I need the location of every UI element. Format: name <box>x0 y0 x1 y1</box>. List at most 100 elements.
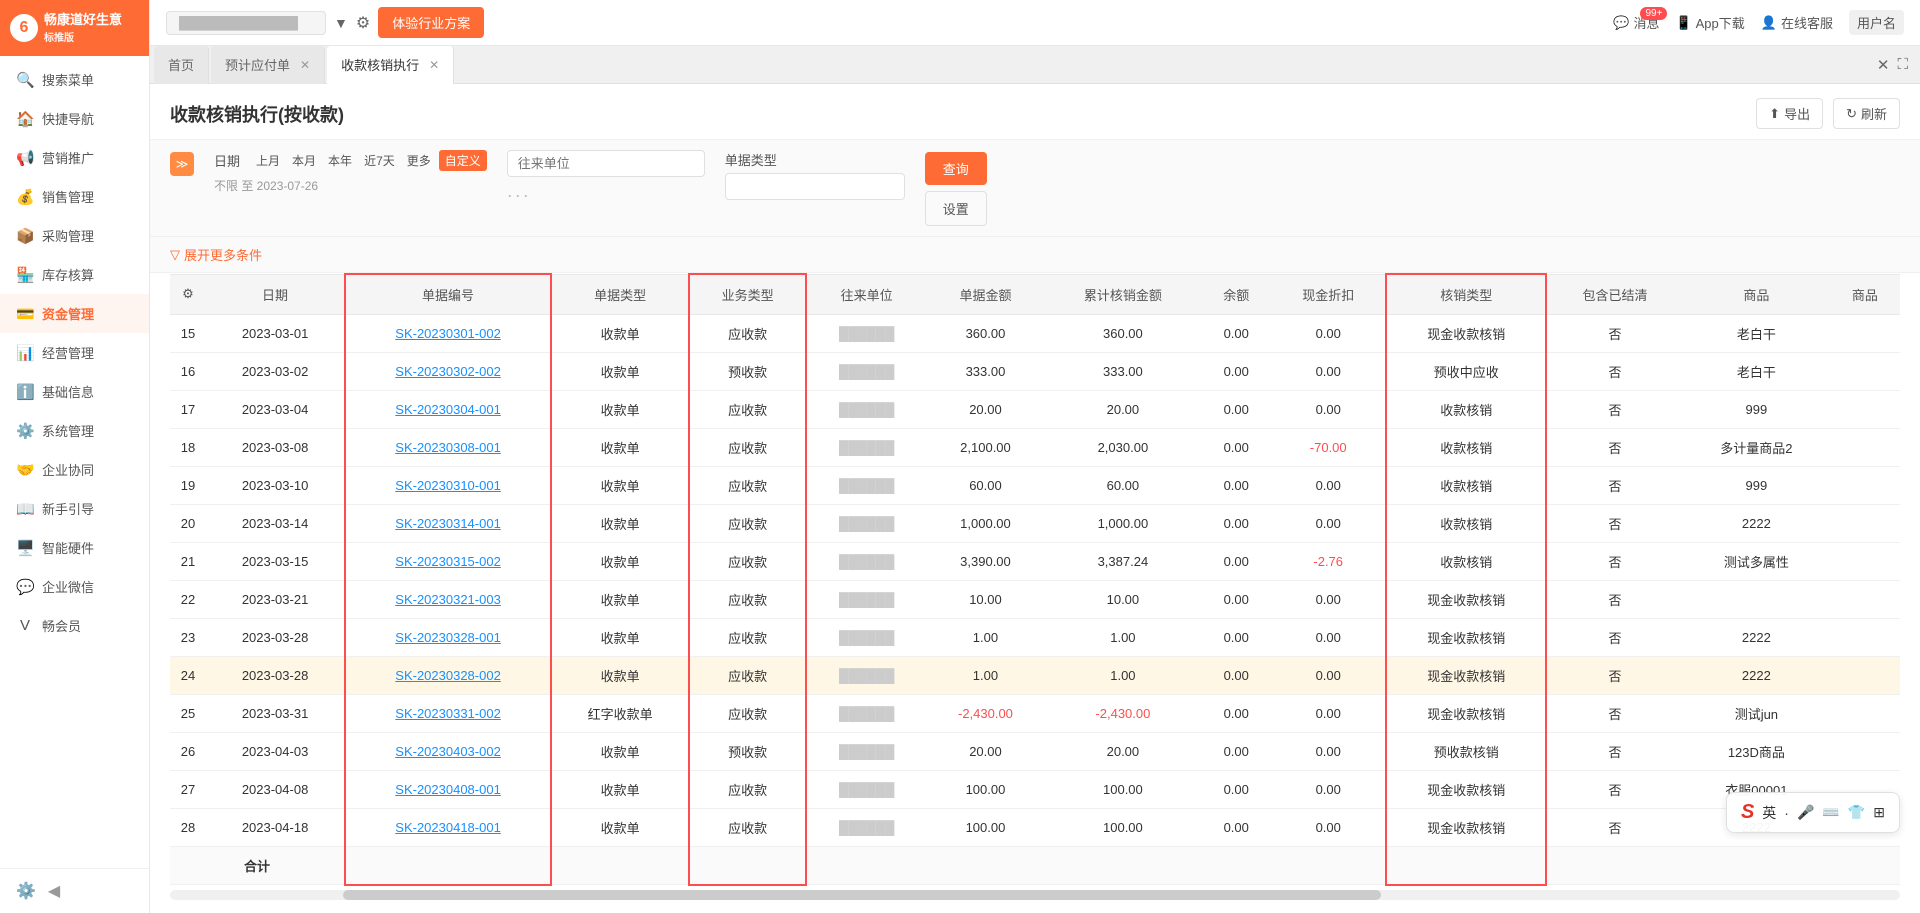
sidebar-item-search[interactable]: 🔍搜索菜单 <box>0 60 149 99</box>
cell-include-settled: 否 <box>1546 581 1683 619</box>
footer-include-settled <box>1546 847 1683 885</box>
sidebar-item-label-finance: 资金管理 <box>42 304 94 323</box>
filter-settings-btn[interactable]: 设置 <box>925 191 987 226</box>
sidebar-item-hardware[interactable]: 🖥️智能硬件 <box>0 528 149 567</box>
cell-voucher-type: 收款单 <box>551 543 689 581</box>
tab-home[interactable]: 首页 <box>154 46 209 84</box>
filter-bar: ≫ 日期 上月 本月 本年 近7天 更多 自定义 不限 至 2023-07-26 <box>150 140 1920 237</box>
tabbar-fullscreen-btn[interactable]: ⛶ <box>1897 56 1908 73</box>
sidebar-item-sales[interactable]: 💰销售管理 <box>0 177 149 216</box>
voucher-no-link[interactable]: SK-20230418-001 <box>395 820 501 835</box>
cell-num: 27 <box>170 771 206 809</box>
settings-icon[interactable]: ⚙️ <box>16 881 36 901</box>
filter-date-btns: 上月 本月 本年 近7天 更多 自定义 <box>252 150 487 171</box>
cell-product1: 老白干 <box>1683 315 1830 353</box>
col-gear[interactable]: ⚙ <box>170 274 206 315</box>
sidebar-item-label-search: 搜索菜单 <box>42 70 94 89</box>
footer-voucher-type <box>551 847 689 885</box>
export-btn[interactable]: ⬆ 导出 <box>1756 98 1823 129</box>
filter-toggle-btn[interactable]: ≫ <box>170 152 194 176</box>
tab-advance-payment-label: 预计应付单 <box>225 55 290 74</box>
topbar-online-service[interactable]: 👤 在线客服 <box>1761 13 1833 32</box>
sidebar-item-marketing[interactable]: 📢营销推广 <box>0 138 149 177</box>
watermark-grid-icon[interactable]: ⊞ <box>1873 804 1885 821</box>
sidebar-item-purchase[interactable]: 📦采购管理 <box>0 216 149 255</box>
table-row: 27 2023-04-08 SK-20230408-001 收款单 应收款 ██… <box>170 771 1900 809</box>
tabbar-close-btn[interactable]: ✕ <box>1877 56 1890 74</box>
voucher-no-link[interactable]: SK-20230403-002 <box>395 744 501 759</box>
cell-num: 21 <box>170 543 206 581</box>
footer-verify-type <box>1386 847 1546 885</box>
sidebar-item-system[interactable]: ⚙️系统管理 <box>0 411 149 450</box>
watermark-shirt-icon[interactable]: 👕 <box>1848 804 1865 821</box>
cell-product2 <box>1830 543 1900 581</box>
voucher-type-select[interactable] <box>725 173 905 200</box>
filter-more-btn[interactable]: 更多 <box>403 150 435 171</box>
voucher-no-link[interactable]: SK-20230315-002 <box>395 554 501 569</box>
voucher-no-link[interactable]: SK-20230331-002 <box>395 706 501 721</box>
cell-verify-type: 现金收款核销 <box>1386 581 1546 619</box>
voucher-no-link[interactable]: SK-20230301-002 <box>395 326 501 341</box>
col-include-settled: 包含已结清 <box>1546 274 1683 315</box>
sidebar-item-icon-guide: 📖 <box>16 500 34 518</box>
counterpart-input[interactable] <box>507 150 705 177</box>
tab-home-label: 首页 <box>168 55 194 74</box>
cell-biz-type: 应收款 <box>689 809 806 847</box>
cell-num: 24 <box>170 657 206 695</box>
tab-collection-verify-close[interactable]: ✕ <box>429 58 439 72</box>
filter-last-month-btn[interactable]: 上月 <box>252 150 284 171</box>
filter-this-year-btn[interactable]: 本年 <box>324 150 356 171</box>
topbar-message[interactable]: 💬 消息 99+ <box>1613 13 1659 32</box>
topbar-dropdown-btn[interactable]: ▼ <box>334 15 348 31</box>
cell-balance: 0.00 <box>1201 619 1271 657</box>
cell-amount: 10.00 <box>926 581 1044 619</box>
query-btn[interactable]: 查询 <box>925 152 987 185</box>
voucher-no-link[interactable]: SK-20230408-001 <box>395 782 501 797</box>
sidebar-item-label-sales: 销售管理 <box>42 187 94 206</box>
sidebar-item-wechat[interactable]: 💬企业微信 <box>0 567 149 606</box>
topbar-user[interactable]: 用户名 <box>1849 10 1904 35</box>
collapse-icon[interactable]: ◀ <box>48 881 60 901</box>
voucher-no-link[interactable]: SK-20230304-001 <box>395 402 501 417</box>
sidebar-item-member[interactable]: V畅会员 <box>0 606 149 645</box>
sidebar-item-inventory[interactable]: 🏪库存核算 <box>0 255 149 294</box>
table-scrollbar[interactable] <box>170 890 1900 900</box>
sidebar-item-basic-info[interactable]: ℹ️基础信息 <box>0 372 149 411</box>
cell-balance: 0.00 <box>1201 467 1271 505</box>
filter-7days-btn[interactable]: 近7天 <box>360 150 399 171</box>
cell-voucher-no: SK-20230408-001 <box>345 771 551 809</box>
watermark-keyboard-icon[interactable]: ⌨️ <box>1822 804 1839 821</box>
sidebar-item-guide[interactable]: 📖新手引导 <box>0 489 149 528</box>
voucher-no-link[interactable]: SK-20230302-002 <box>395 364 501 379</box>
sidebar-item-label-enterprise: 企业协同 <box>42 460 94 479</box>
filter-this-month-btn[interactable]: 本月 <box>288 150 320 171</box>
voucher-no-link[interactable]: SK-20230310-001 <box>395 478 501 493</box>
expand-more-btn[interactable]: ▽ 展开更多条件 <box>170 243 262 266</box>
voucher-no-link[interactable]: SK-20230321-003 <box>395 592 501 607</box>
industry-solution-btn[interactable]: 体验行业方案 <box>378 7 484 38</box>
refresh-btn[interactable]: ↻ 刷新 <box>1833 98 1900 129</box>
expand-icon: ▽ <box>170 247 180 263</box>
sidebar-item-operations[interactable]: 📊经营管理 <box>0 333 149 372</box>
cell-voucher-type: 红字收款单 <box>551 695 689 733</box>
sidebar-item-icon-hardware: 🖥️ <box>16 539 34 557</box>
sidebar-item-enterprise[interactable]: 🤝企业协同 <box>0 450 149 489</box>
filter-custom-btn[interactable]: 自定义 <box>439 150 487 171</box>
sidebar-item-quick-nav[interactable]: 🏠快捷导航 <box>0 99 149 138</box>
tab-collection-verify[interactable]: 收款核销执行 ✕ <box>327 46 454 84</box>
voucher-no-link[interactable]: SK-20230328-001 <box>395 630 501 645</box>
table-row: 19 2023-03-10 SK-20230310-001 收款单 应收款 ██… <box>170 467 1900 505</box>
voucher-no-link[interactable]: SK-20230328-002 <box>395 668 501 683</box>
cell-verified-amount: 3,387.24 <box>1045 543 1202 581</box>
watermark-mic-icon[interactable]: 🎤 <box>1797 804 1814 821</box>
topbar-app-download[interactable]: 📱 App下载 <box>1675 13 1744 32</box>
cell-voucher-type: 收款单 <box>551 771 689 809</box>
voucher-no-link[interactable]: SK-20230314-001 <box>395 516 501 531</box>
voucher-no-link[interactable]: SK-20230308-001 <box>395 440 501 455</box>
cell-date: 2023-03-02 <box>206 353 345 391</box>
cell-num: 22 <box>170 581 206 619</box>
tab-advance-payment-close[interactable]: ✕ <box>300 58 310 72</box>
topbar-gear-icon[interactable]: ⚙ <box>356 13 370 33</box>
tab-advance-payment[interactable]: 预计应付单 ✕ <box>211 46 325 84</box>
sidebar-item-finance[interactable]: 💳资金管理 <box>0 294 149 333</box>
